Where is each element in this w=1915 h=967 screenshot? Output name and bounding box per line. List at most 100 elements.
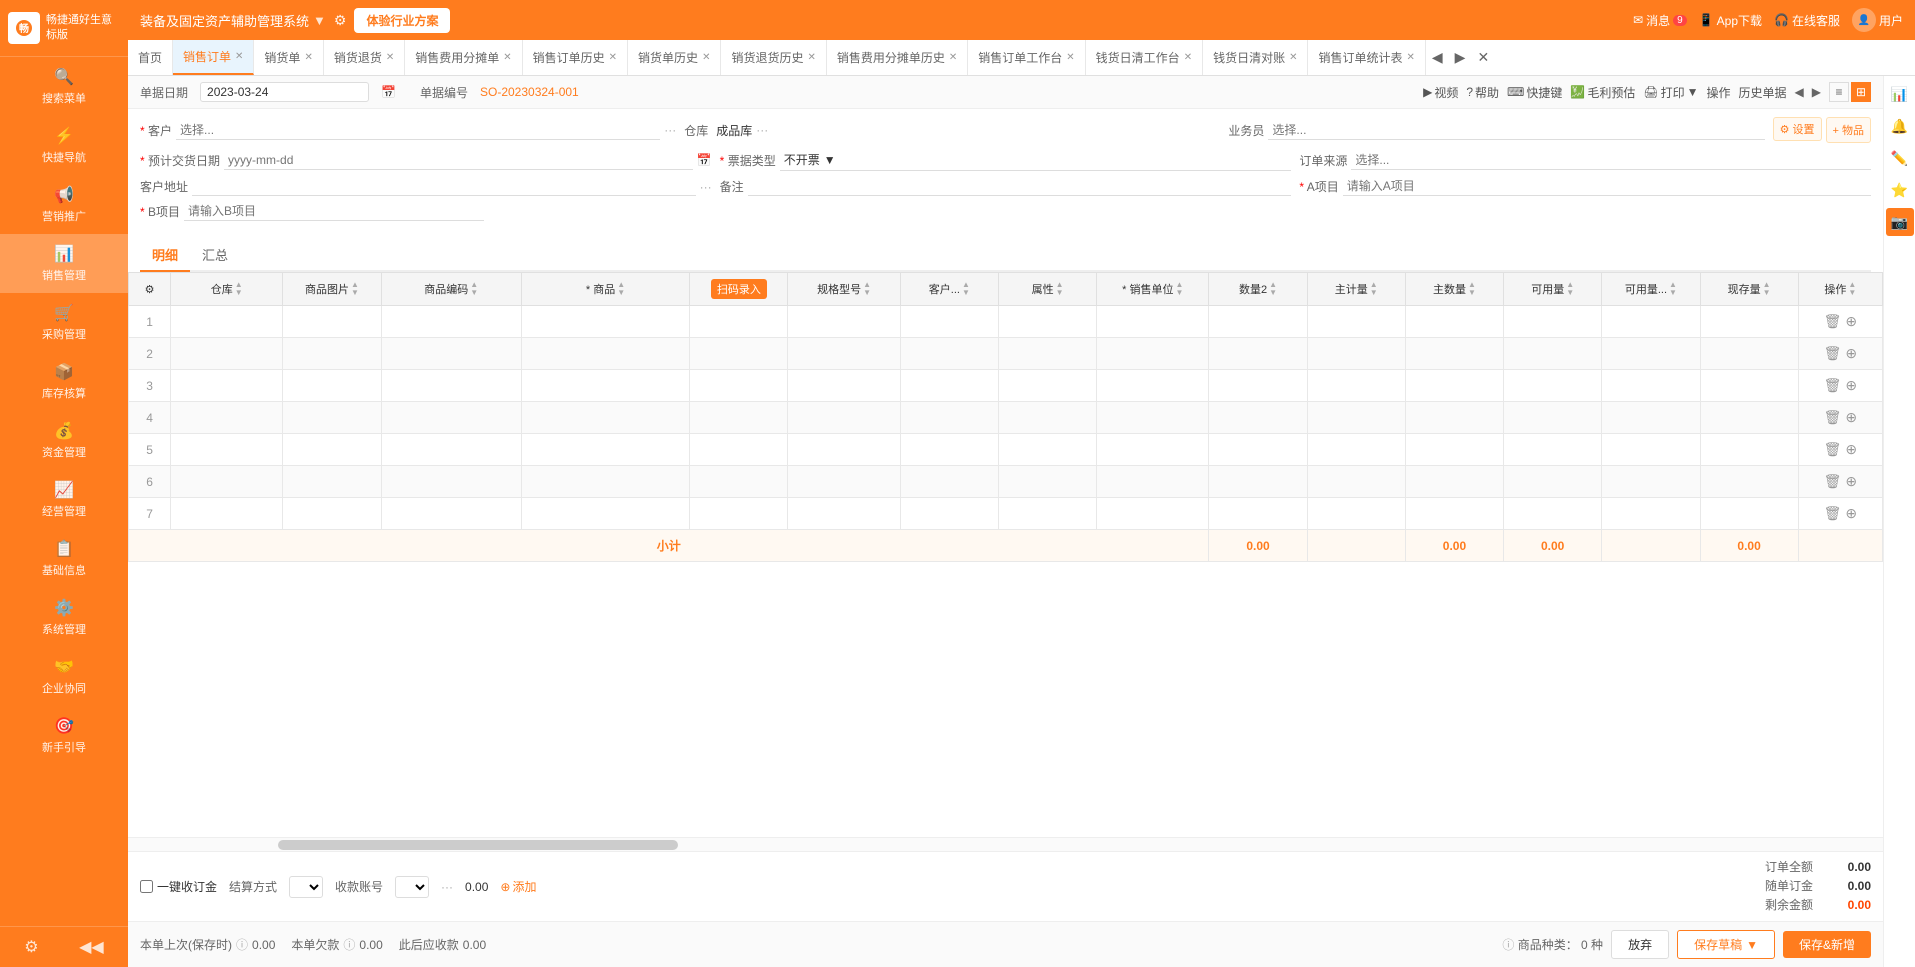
tab-销售订单[interactable]: 销售订单✕ (173, 40, 254, 75)
sort-icon[interactable]: ▲▼ (962, 281, 970, 297)
cell-7-5[interactable] (690, 498, 788, 530)
sort-icon[interactable]: ▲▼ (863, 281, 871, 297)
cell-2-4[interactable] (521, 338, 689, 370)
sort-icon[interactable]: ▲▼ (1669, 281, 1677, 297)
cell-3-3[interactable] (381, 370, 521, 402)
auto-collect-check[interactable] (140, 880, 153, 893)
cell-1-5[interactable] (690, 306, 788, 338)
cell-2-7[interactable] (900, 338, 998, 370)
cell-5-13[interactable] (1504, 434, 1602, 466)
tab-close-icon[interactable]: ✕ (807, 52, 815, 63)
cell-3-4[interactable] (521, 370, 689, 402)
tab-销售订单历史[interactable]: 销售订单历史✕ (523, 40, 628, 75)
solution-button[interactable]: 体验行业方案 (354, 8, 450, 33)
b-project-input[interactable] (184, 202, 484, 221)
cell-3-5[interactable] (690, 370, 788, 402)
sidebar-item-资金管理[interactable]: 💰资金管理 (0, 411, 128, 470)
tab-close-icon[interactable]: ✕ (702, 52, 710, 63)
message-button[interactable]: ✉ 消息 9 (1633, 12, 1687, 29)
sort-icon[interactable]: ▲▼ (1468, 281, 1476, 297)
copy-icon[interactable]: ⊕ (1845, 409, 1857, 426)
cell-5-1[interactable] (171, 434, 283, 466)
delivery-date-input[interactable] (224, 151, 693, 170)
delete-icon[interactable]: 🗑 (1824, 409, 1842, 426)
sidebar-item-企业协同[interactable]: 🤝企业协同 (0, 647, 128, 706)
tab-close-icon[interactable]: ✕ (1407, 52, 1415, 63)
copy-icon[interactable]: ⊕ (1845, 505, 1857, 522)
topbar-gear-icon[interactable]: ⚙ (334, 12, 347, 29)
delete-icon[interactable]: 🗑 (1824, 377, 1842, 394)
copy-icon[interactable]: ⊕ (1845, 377, 1857, 394)
cell-6-1[interactable] (171, 466, 283, 498)
sort-icon[interactable]: ▲▼ (351, 281, 359, 297)
cell-3-11[interactable] (1307, 370, 1405, 402)
customer-input[interactable] (176, 121, 660, 140)
tab-close-icon[interactable]: ✕ (235, 51, 243, 62)
add-payment-button[interactable]: ⊕ 添加 (500, 878, 536, 895)
cell-5-11[interactable] (1307, 434, 1405, 466)
sidebar-item-采购管理[interactable]: 🛒采购管理 (0, 293, 128, 352)
warehouse-dots-icon[interactable]: ··· (756, 123, 768, 137)
payment-method-select[interactable] (289, 876, 323, 898)
cell-1-8[interactable] (998, 306, 1096, 338)
date-input[interactable] (200, 82, 369, 102)
tab-钱货日清对账[interactable]: 钱货日清对账✕ (1203, 40, 1308, 75)
tab-销售费用分摊单历史[interactable]: 销售费用分摊单历史✕ (827, 40, 968, 75)
right-panel-edit-icon[interactable]: ✏️ (1886, 144, 1914, 172)
cell-5-6[interactable] (788, 434, 900, 466)
user-menu-button[interactable]: 👤 用户 (1852, 8, 1903, 32)
save-draft-button[interactable]: 保存草稿 ▼ (1677, 930, 1775, 959)
cell-3-6[interactable] (788, 370, 900, 402)
shortcut-button[interactable]: ⌨ 快捷键 (1507, 84, 1562, 101)
cell-6-15[interactable] (1700, 466, 1798, 498)
action-button[interactable]: 操作 (1707, 84, 1731, 101)
calendar-icon[interactable]: 📅 (381, 85, 396, 99)
cell-2-15[interactable] (1700, 338, 1798, 370)
history-button[interactable]: 历史单据 (1739, 84, 1787, 101)
cell-4-10[interactable] (1209, 402, 1307, 434)
cell-4-9[interactable] (1097, 402, 1209, 434)
inner-tab-明细[interactable]: 明细 (140, 239, 190, 272)
right-panel-bell-icon[interactable]: 🔔 (1886, 112, 1914, 140)
cell-3-2[interactable] (283, 370, 381, 402)
cell-1-11[interactable] (1307, 306, 1405, 338)
cell-1-12[interactable] (1405, 306, 1503, 338)
cell-3-8[interactable] (998, 370, 1096, 402)
sort-icon[interactable]: ▲▼ (1370, 281, 1378, 297)
cell-1-7[interactable] (900, 306, 998, 338)
cell-1-9[interactable] (1097, 306, 1209, 338)
sort-icon[interactable]: ▲▼ (470, 281, 478, 297)
order-source-input[interactable] (1351, 151, 1871, 170)
tab-close-icon[interactable]: ✕ (949, 52, 957, 63)
cell-3-10[interactable] (1209, 370, 1307, 402)
cell-2-1[interactable] (171, 338, 283, 370)
cell-2-3[interactable] (381, 338, 521, 370)
cell-7-13[interactable] (1504, 498, 1602, 530)
cell-5-15[interactable] (1700, 434, 1798, 466)
sort-icon[interactable]: ▲▼ (1848, 281, 1856, 297)
cell-6-6[interactable] (788, 466, 900, 498)
sidebar-collapse-icon[interactable]: ◀◀ (79, 937, 104, 957)
tab-prev-btn[interactable]: ◀ (1426, 40, 1449, 75)
cell-7-2[interactable] (283, 498, 381, 530)
cell-6-3[interactable] (381, 466, 521, 498)
scan-button[interactable]: 扫码录入 (711, 279, 767, 299)
cell-2-9[interactable] (1097, 338, 1209, 370)
print-button[interactable]: 🖨 打印 ▼ (1643, 84, 1698, 101)
list-view-btn[interactable]: ≡ (1829, 82, 1849, 102)
sort-icon[interactable]: ▲▼ (1056, 281, 1064, 297)
cell-6-4[interactable] (521, 466, 689, 498)
cell-6-8[interactable] (998, 466, 1096, 498)
tab-close-all-btn[interactable]: ✕ (1471, 40, 1495, 75)
cell-1-15[interactable] (1700, 306, 1798, 338)
cell-6-10[interactable] (1209, 466, 1307, 498)
video-button[interactable]: ▶ 视频 (1423, 84, 1458, 101)
tab-next-btn[interactable]: ▶ (1449, 40, 1472, 75)
copy-icon[interactable]: ⊕ (1845, 441, 1857, 458)
cell-1-4[interactable] (521, 306, 689, 338)
cell-7-7[interactable] (900, 498, 998, 530)
tab-close-icon[interactable]: ✕ (609, 52, 617, 63)
cell-4-13[interactable] (1504, 402, 1602, 434)
cell-7-12[interactable] (1405, 498, 1503, 530)
cell-3-7[interactable] (900, 370, 998, 402)
